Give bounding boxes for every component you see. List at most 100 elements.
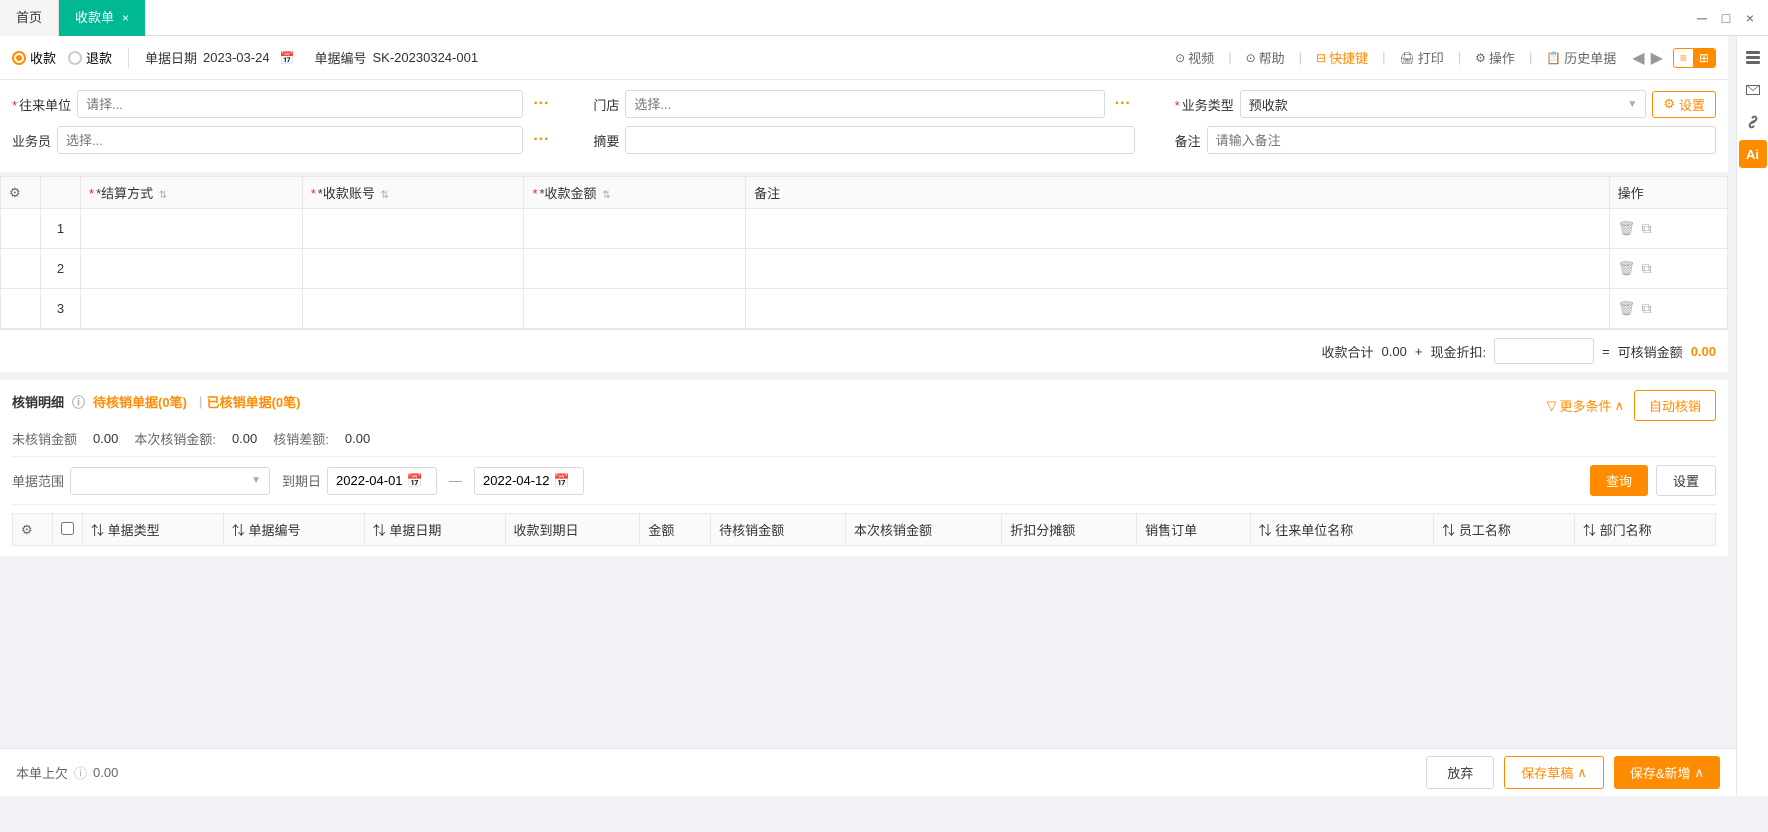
section-gap	[0, 372, 1728, 380]
verif-info-icon[interactable]: ⓘ	[72, 392, 85, 411]
settings-small-button[interactable]: 设置	[1656, 465, 1716, 496]
collect-total-label: 收款合计	[1322, 342, 1374, 361]
sort-icon-employee: ⇅	[1442, 523, 1455, 538]
maximize-button[interactable]: □	[1716, 8, 1736, 28]
copy-icon-1[interactable]: ⧉	[1641, 220, 1651, 237]
radio-refund[interactable]: 退款	[68, 48, 112, 67]
list-view-btn[interactable]: ≡	[1674, 49, 1693, 67]
radio-receive-dot	[12, 51, 26, 65]
radio-refund-label: 退款	[86, 48, 112, 67]
prev-arrow-icon[interactable]: ◀	[1630, 48, 1646, 68]
auto-verif-button[interactable]: 自动核销	[1634, 390, 1716, 421]
table-cell-amount-2[interactable]	[524, 249, 746, 289]
completed-tab[interactable]: 已核销单据(0笔)	[207, 392, 309, 411]
nav-tab-active[interactable]: 收款单 ×	[59, 0, 145, 36]
table-settings-icon[interactable]: ⚙	[9, 185, 21, 200]
salesperson-more-btn[interactable]: ···	[529, 131, 553, 149]
calendar-from-icon[interactable]: 📅	[407, 473, 423, 489]
store-input[interactable]	[625, 90, 1104, 118]
top-nav: 首页 收款单 × ─ □ ×	[0, 0, 1768, 36]
table-cell-settlement-1[interactable]	[81, 209, 303, 249]
counterparty-more-btn[interactable]: ···	[529, 95, 553, 113]
table-header-action: 操作	[1609, 177, 1727, 209]
next-arrow-icon[interactable]: ▶	[1649, 48, 1665, 68]
video-action[interactable]: ⊙ 视频	[1169, 46, 1220, 69]
store-more-btn[interactable]: ···	[1111, 95, 1135, 113]
counterparty-input[interactable]	[77, 90, 523, 118]
save-new-chevron-icon: ∧	[1694, 765, 1704, 781]
radio-receive[interactable]: 收款	[12, 48, 56, 67]
calendar-to-icon[interactable]: 📅	[554, 473, 570, 489]
table-cell-actions-3: 🗑 ⧉	[1609, 289, 1727, 329]
sidebar-mail-icon[interactable]	[1739, 76, 1767, 104]
close-button[interactable]: ×	[1740, 8, 1760, 28]
bottom-table-settings-icon[interactable]: ⚙	[21, 522, 33, 537]
business-type-select[interactable]: 预收款 ▼	[1240, 90, 1647, 118]
save-draft-button[interactable]: 保存草稿 ∧	[1504, 756, 1604, 789]
sidebar-ai-icon[interactable]: Ai	[1739, 140, 1767, 168]
counterparty-label: *往来单位	[12, 95, 71, 114]
table-cell-remark-3[interactable]	[746, 289, 1610, 329]
shortcut-action[interactable]: ⊟ 快捷键	[1310, 46, 1374, 69]
select-all-checkbox[interactable]	[61, 522, 74, 535]
radio-refund-dot	[68, 51, 82, 65]
table-cell-actions-2: 🗑 ⧉	[1609, 249, 1727, 289]
query-button[interactable]: 查询	[1590, 465, 1648, 496]
bottom-header-dept: ⇅ 部门名称	[1575, 514, 1716, 546]
doc-range-select[interactable]: ▼	[70, 467, 270, 495]
docnum-field: 单据编号 SK-20230324-001	[315, 48, 479, 67]
print-action[interactable]: 🖨 打印	[1394, 46, 1450, 69]
due-date-to-input[interactable]: 2022-04-12 📅	[474, 467, 584, 495]
help-action[interactable]: ⊙ 帮助	[1240, 46, 1291, 69]
grid-view-btn[interactable]: ⊞	[1693, 49, 1715, 67]
abandon-button[interactable]: 放弃	[1426, 756, 1494, 789]
history-action[interactable]: 📋 历史单据	[1540, 46, 1622, 69]
table-row: 3 🗑 ⧉	[1, 289, 1728, 329]
table-cell-amount-3[interactable]	[524, 289, 746, 329]
pending-tab[interactable]: 待核销单据(0笔)	[93, 392, 195, 411]
settings-button[interactable]: ⚙ 设置	[1652, 91, 1716, 118]
table-cell-remark-2[interactable]	[746, 249, 1610, 289]
table-cell-settlement-2[interactable]	[81, 249, 303, 289]
delete-icon-1[interactable]: 🗑	[1618, 220, 1636, 237]
copy-icon-2[interactable]: ⧉	[1641, 260, 1651, 277]
verification-section: 核销明细 ⓘ 待核销单据(0笔) | 已核销单据(0笔) ▽ 更多条件 ∧ 自动…	[0, 380, 1728, 556]
verif-tabs: 待核销单据(0笔) | 已核销单据(0笔)	[93, 392, 308, 411]
calendar-icon[interactable]: 📅	[276, 49, 299, 67]
save-new-button[interactable]: 保存&新增 ∧	[1614, 756, 1720, 789]
table-cell-amount-1[interactable]	[524, 209, 746, 249]
copy-icon-3[interactable]: ⧉	[1641, 300, 1651, 317]
delete-icon-2[interactable]: 🗑	[1618, 260, 1636, 277]
sidebar-link-icon[interactable]	[1739, 108, 1767, 136]
salesperson-label: 业务员	[12, 131, 51, 150]
remark-input[interactable]	[1207, 126, 1716, 154]
more-conditions-btn[interactable]: ▽ 更多条件 ∧	[1546, 396, 1624, 415]
summary-input[interactable]	[625, 126, 1134, 154]
remark-field: 备注	[1175, 126, 1716, 154]
table-cell-account-1[interactable]	[302, 209, 524, 249]
operation-action[interactable]: ⚙ 操作	[1469, 46, 1521, 69]
business-type-label: *业务类型	[1175, 95, 1234, 114]
nav-home[interactable]: 首页	[0, 0, 59, 36]
bottom-header-doc-date: ⇅ 单据日期	[364, 514, 505, 546]
available-value: 0.00	[1691, 344, 1716, 359]
sidebar-table-icon[interactable]	[1739, 44, 1767, 72]
table-cell-settlement-3[interactable]	[81, 289, 303, 329]
sort-icon-counterparty: ⇅	[1259, 523, 1272, 538]
bottom-header-doc-num: ⇅ 单据编号	[223, 514, 364, 546]
table-header-settlement: **结算方式 ⇅	[81, 177, 303, 209]
table-cell-account-2[interactable]	[302, 249, 524, 289]
salesperson-input[interactable]	[57, 126, 523, 154]
delete-icon-3[interactable]: 🗑	[1618, 300, 1636, 317]
plus-symbol: +	[1415, 344, 1423, 359]
nav-tab-label: 收款单	[75, 0, 114, 36]
window-controls: ─ □ ×	[1692, 8, 1768, 28]
sort-icon-doc-type: ⇅	[91, 523, 104, 538]
footer-info-icon[interactable]: ⓘ	[74, 763, 87, 782]
discount-input[interactable]	[1494, 338, 1594, 364]
table-cell-account-3[interactable]	[302, 289, 524, 329]
nav-tab-close-icon[interactable]: ×	[122, 0, 129, 36]
table-cell-remark-1[interactable]	[746, 209, 1610, 249]
due-date-from-input[interactable]: 2022-04-01 📅	[327, 467, 437, 495]
minimize-button[interactable]: ─	[1692, 8, 1712, 28]
